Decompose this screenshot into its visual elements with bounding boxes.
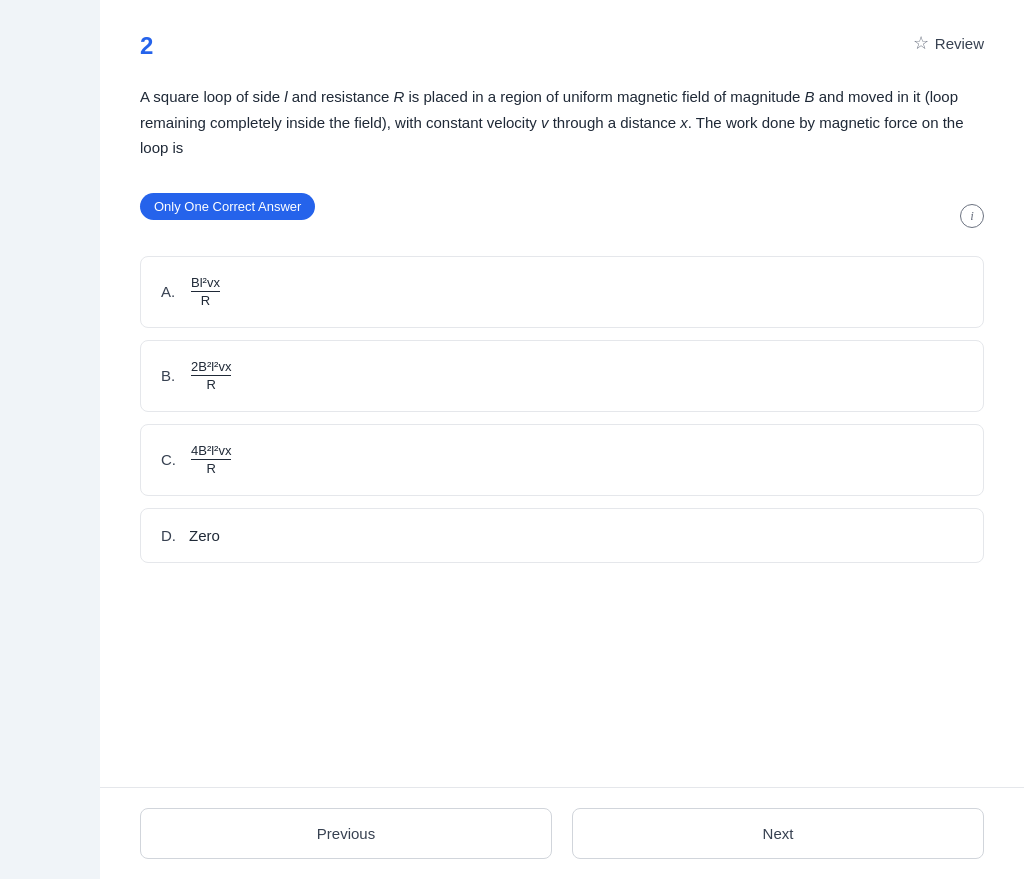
option-a-content: Bl²vx R <box>189 275 222 309</box>
option-b-content: 2B²l²vx R <box>189 359 233 393</box>
option-b-numerator: 2B²l²vx <box>191 359 231 377</box>
option-c-fraction: 4B²l²vx R <box>191 443 231 477</box>
option-a-numerator: Bl²vx <box>191 275 220 293</box>
star-icon: ☆ <box>913 32 929 54</box>
review-label: Review <box>935 35 984 52</box>
review-button[interactable]: ☆ Review <box>913 32 984 54</box>
question-number: 2 <box>140 32 153 60</box>
option-a-denominator: R <box>201 292 210 309</box>
footer: Previous Next <box>100 787 1024 879</box>
info-symbol: i <box>970 208 974 224</box>
options-header: Only One Correct Answer i <box>140 193 984 240</box>
option-b-denominator: R <box>207 376 216 393</box>
answer-type-badge: Only One Correct Answer <box>140 193 315 220</box>
main-content: 2 ☆ Review A square loop of side l and r… <box>100 0 1024 879</box>
option-d-content: Zero <box>189 527 220 544</box>
option-b[interactable]: B. 2B²l²vx R <box>140 340 984 412</box>
question-text: A square loop of side l and resistance R… <box>140 84 984 161</box>
option-c-label: C. <box>161 451 189 468</box>
previous-button[interactable]: Previous <box>140 808 552 859</box>
option-c-denominator: R <box>207 460 216 477</box>
options-list: A. Bl²vx R B. 2B²l²vx R C. <box>140 256 984 564</box>
option-d-label: D. <box>161 527 189 544</box>
option-a[interactable]: A. Bl²vx R <box>140 256 984 328</box>
option-a-label: A. <box>161 283 189 300</box>
option-c-content: 4B²l²vx R <box>189 443 233 477</box>
question-area: 2 ☆ Review A square loop of side l and r… <box>100 0 1024 787</box>
option-b-fraction: 2B²l²vx R <box>191 359 231 393</box>
sidebar <box>0 0 100 879</box>
option-a-fraction: Bl²vx R <box>191 275 220 309</box>
info-icon[interactable]: i <box>960 204 984 228</box>
option-b-label: B. <box>161 367 189 384</box>
question-header: 2 ☆ Review <box>140 32 984 60</box>
option-d-text: Zero <box>189 527 220 544</box>
option-c-numerator: 4B²l²vx <box>191 443 231 461</box>
next-button[interactable]: Next <box>572 808 984 859</box>
option-c[interactable]: C. 4B²l²vx R <box>140 424 984 496</box>
option-d[interactable]: D. Zero <box>140 508 984 563</box>
